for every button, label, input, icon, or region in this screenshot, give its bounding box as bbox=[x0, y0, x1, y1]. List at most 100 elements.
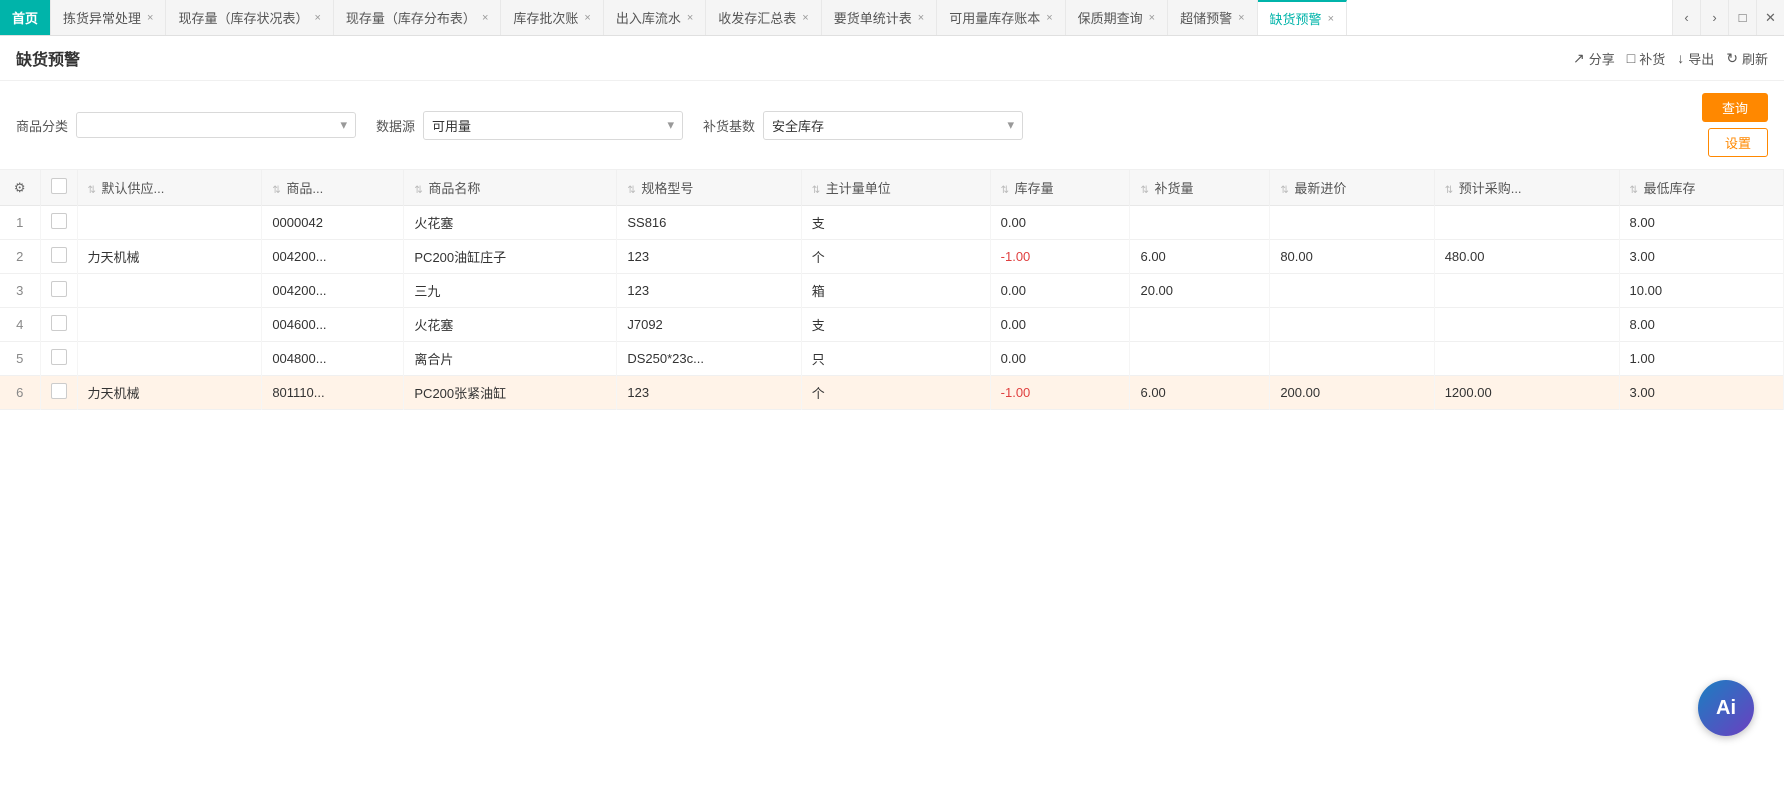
row-checkbox-1[interactable] bbox=[51, 247, 67, 263]
col-checkbox-header bbox=[40, 170, 77, 206]
col-spec-label: 规格型号 bbox=[641, 181, 693, 196]
col-product-name-label: 商品名称 bbox=[428, 181, 480, 196]
tab-inout-flow-label: 出入库流水 bbox=[616, 8, 681, 27]
refresh-label: 刷新 bbox=[1742, 49, 1768, 68]
cell-no-2: 3 bbox=[0, 274, 40, 308]
cell-latest-price-0 bbox=[1270, 206, 1434, 240]
cell-unit-3: 支 bbox=[801, 308, 990, 342]
gear-icon[interactable]: ⚙ bbox=[14, 180, 26, 196]
tab-shortage-close[interactable]: × bbox=[1328, 13, 1334, 25]
tab-stock-status[interactable]: 现存量（库存状况表） × bbox=[166, 0, 333, 36]
cell-checkbox-4[interactable] bbox=[40, 342, 77, 376]
row-checkbox-3[interactable] bbox=[51, 315, 67, 331]
tab-stock-dist-close[interactable]: × bbox=[482, 12, 488, 24]
tab-available-ledger-label: 可用量库存账本 bbox=[949, 8, 1040, 27]
tab-next-button[interactable]: › bbox=[1700, 0, 1728, 36]
cell-replenish-qty-5: 6.00 bbox=[1130, 376, 1270, 410]
tab-available-ledger[interactable]: 可用量库存账本 × bbox=[937, 0, 1065, 36]
row-checkbox-0[interactable] bbox=[51, 213, 67, 229]
datasource-filter-group: 数据源 可用量 ▾ bbox=[376, 111, 683, 140]
datasource-label: 数据源 bbox=[376, 116, 415, 135]
settings-button[interactable]: 设置 bbox=[1708, 128, 1768, 157]
sort-icon-9: ⇅ bbox=[1445, 185, 1453, 196]
tab-overstock[interactable]: 超储预警 × bbox=[1168, 0, 1257, 36]
tab-requisition-stat-label: 要货单统计表 bbox=[834, 8, 912, 27]
category-label: 商品分类 bbox=[16, 116, 68, 135]
cell-supplier-5: 力天机械 bbox=[77, 376, 262, 410]
cell-supplier-4 bbox=[77, 342, 262, 376]
row-checkbox-5[interactable] bbox=[51, 383, 67, 399]
export-label: 导出 bbox=[1688, 49, 1714, 68]
tab-recv-summary-close[interactable]: × bbox=[802, 12, 808, 24]
tab-expiry-query-close[interactable]: × bbox=[1149, 12, 1155, 24]
replenish-chevron-icon: ▾ bbox=[1008, 117, 1015, 133]
tab-home-label: 首页 bbox=[12, 8, 38, 27]
col-latest-price-label: 最新进价 bbox=[1294, 181, 1346, 196]
refresh-button[interactable]: ↻ 刷新 bbox=[1726, 49, 1768, 68]
tab-abnormal[interactable]: 拣货异常处理 × bbox=[51, 0, 166, 36]
row-checkbox-4[interactable] bbox=[51, 349, 67, 365]
sort-icon: ⇅ bbox=[88, 185, 96, 196]
tab-available-ledger-close[interactable]: × bbox=[1046, 12, 1052, 24]
col-product-code: ⇅ 商品... bbox=[262, 170, 404, 206]
cell-checkbox-2[interactable] bbox=[40, 274, 77, 308]
tab-overstock-close[interactable]: × bbox=[1238, 12, 1244, 24]
table-row: 2 力天机械 004200... PC200油缸庄子 123 个 -1.00 6… bbox=[0, 240, 1784, 274]
tab-prev-button[interactable]: ‹ bbox=[1672, 0, 1700, 36]
cell-checkbox-1[interactable] bbox=[40, 240, 77, 274]
cell-spec-0: SS816 bbox=[617, 206, 801, 240]
cell-checkbox-0[interactable] bbox=[40, 206, 77, 240]
cell-min-stock-2: 10.00 bbox=[1619, 274, 1783, 308]
cell-stock-4: 0.00 bbox=[990, 342, 1130, 376]
cell-checkbox-3[interactable] bbox=[40, 308, 77, 342]
cell-spec-5: 123 bbox=[617, 376, 801, 410]
query-button[interactable]: 查询 bbox=[1702, 93, 1768, 122]
tab-expiry-query[interactable]: 保质期查询 × bbox=[1066, 0, 1168, 36]
cell-est-purchase-3 bbox=[1434, 308, 1619, 342]
tab-inout-flow[interactable]: 出入库流水 × bbox=[604, 0, 706, 36]
tab-abnormal-close[interactable]: × bbox=[147, 12, 153, 24]
tab-stock-status-label: 现存量（库存状况表） bbox=[178, 8, 308, 27]
sort-icon-10: ⇅ bbox=[1630, 185, 1638, 196]
tab-nav-buttons: ‹ › □ ✕ bbox=[1672, 0, 1784, 36]
tab-shortage[interactable]: 缺货预警 × bbox=[1258, 0, 1347, 36]
replenish-label: 补货 bbox=[1639, 49, 1665, 68]
tab-home[interactable]: 首页 bbox=[0, 0, 51, 36]
datasource-select[interactable]: 可用量 ▾ bbox=[423, 111, 683, 140]
replenish-button[interactable]: □ 补货 bbox=[1627, 49, 1665, 68]
tab-batch-account[interactable]: 库存批次账 × bbox=[501, 0, 603, 36]
cell-no-4: 5 bbox=[0, 342, 40, 376]
cell-supplier-2 bbox=[77, 274, 262, 308]
select-all-checkbox[interactable] bbox=[51, 178, 67, 194]
table-wrap: ⚙ ⇅ 默认供应... ⇅ 商品... ⇅ 商品名称 bbox=[0, 170, 1784, 410]
cell-no-5: 6 bbox=[0, 376, 40, 410]
tab-stock-status-close[interactable]: × bbox=[314, 12, 320, 24]
ai-assistant-button[interactable]: Ai bbox=[1698, 680, 1754, 736]
cell-replenish-qty-1: 6.00 bbox=[1130, 240, 1270, 274]
cell-code-0: 0000042 bbox=[262, 206, 404, 240]
tab-stock-dist[interactable]: 现存量（库存分布表） × bbox=[334, 0, 501, 36]
cell-est-purchase-2 bbox=[1434, 274, 1619, 308]
share-button[interactable]: ↗ 分享 bbox=[1573, 49, 1615, 68]
tab-requisition-stat-close[interactable]: × bbox=[918, 12, 924, 24]
tab-restore-button[interactable]: □ bbox=[1728, 0, 1756, 36]
export-button[interactable]: ↓ 导出 bbox=[1677, 49, 1714, 68]
cell-unit-1: 个 bbox=[801, 240, 990, 274]
cell-est-purchase-1: 480.00 bbox=[1434, 240, 1619, 274]
cell-min-stock-0: 8.00 bbox=[1619, 206, 1783, 240]
tab-recv-summary[interactable]: 收发存汇总表 × bbox=[706, 0, 821, 36]
tab-requisition-stat[interactable]: 要货单统计表 × bbox=[822, 0, 937, 36]
tab-close-button[interactable]: ✕ bbox=[1756, 0, 1784, 36]
row-checkbox-2[interactable] bbox=[51, 281, 67, 297]
cell-code-1: 004200... bbox=[262, 240, 404, 274]
category-select[interactable]: ▾ bbox=[76, 112, 356, 138]
cell-checkbox-5[interactable] bbox=[40, 376, 77, 410]
col-unit: ⇅ 主计量单位 bbox=[801, 170, 990, 206]
cell-code-5: 801110... bbox=[262, 376, 404, 410]
sort-icon-8: ⇅ bbox=[1280, 185, 1288, 196]
tab-inout-flow-close[interactable]: × bbox=[687, 12, 693, 24]
cell-latest-price-2 bbox=[1270, 274, 1434, 308]
tab-batch-account-close[interactable]: × bbox=[584, 12, 590, 24]
replenish-value: 安全库存 bbox=[772, 116, 824, 135]
replenish-select[interactable]: 安全库存 ▾ bbox=[763, 111, 1023, 140]
